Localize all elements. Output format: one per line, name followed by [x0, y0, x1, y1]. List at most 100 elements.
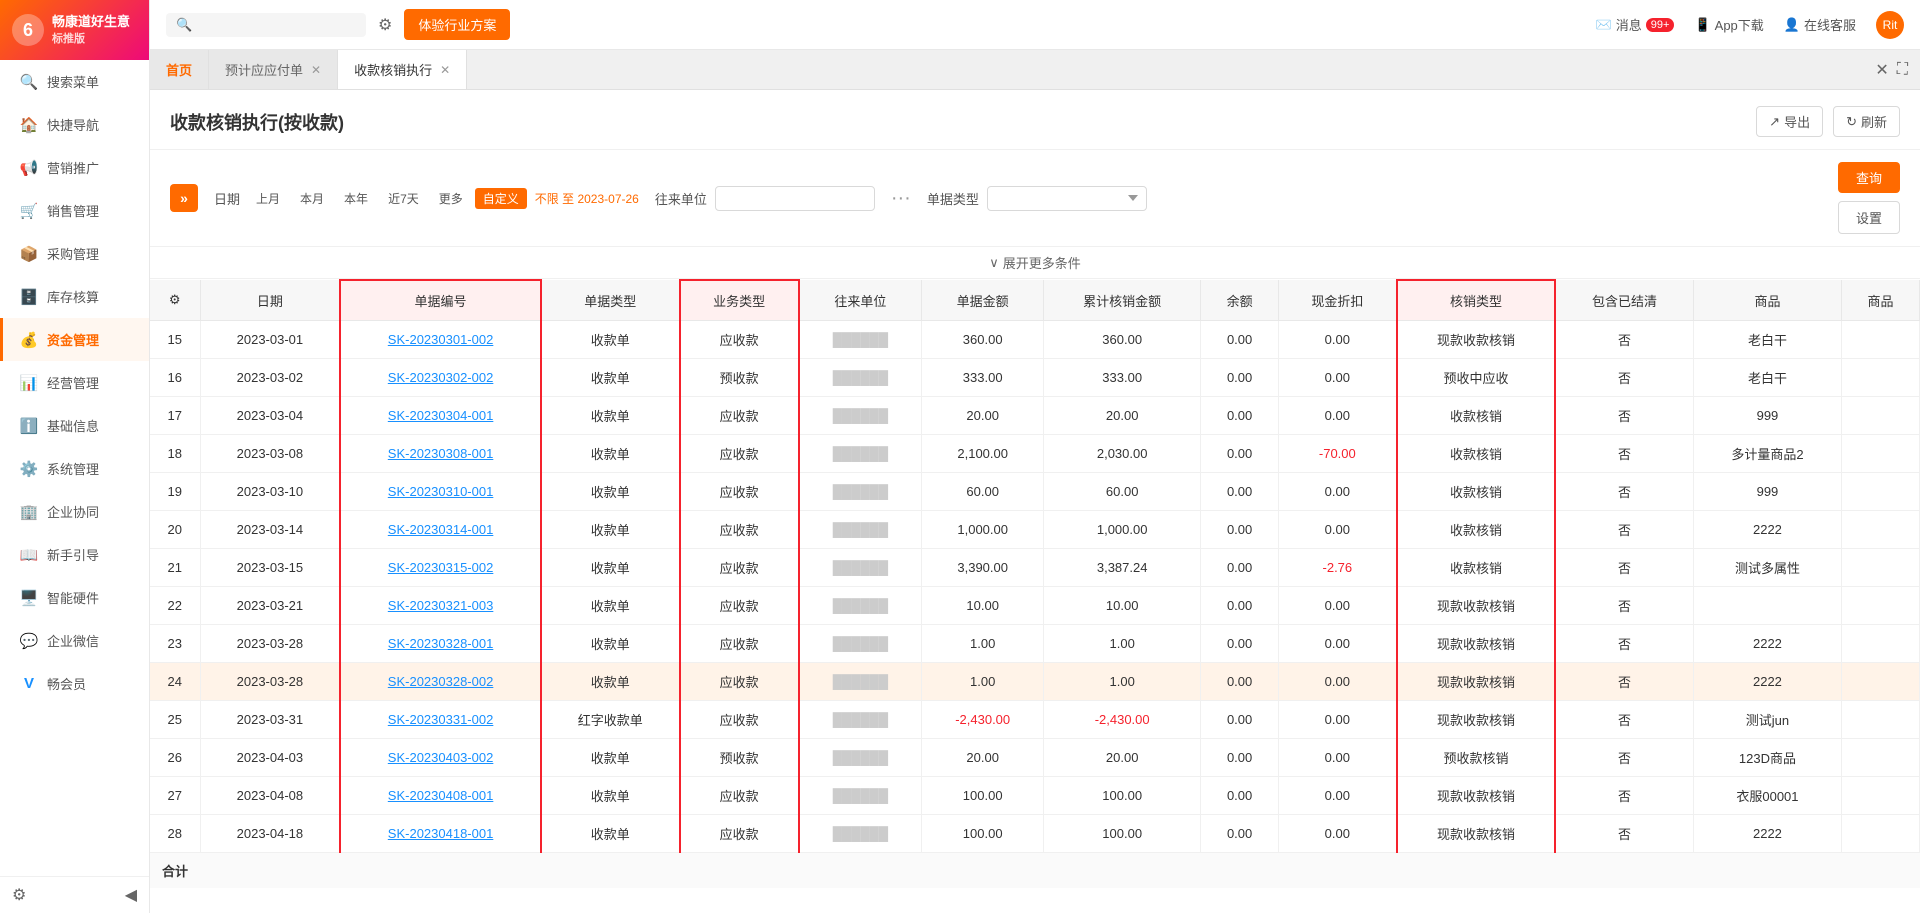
- data-table: ⚙ 日期 单据编号 单据类型 业务类型 往来单位 单据金额 累计核销金额 余额 …: [150, 279, 1920, 888]
- service-button[interactable]: 👤 在线客服: [1784, 15, 1856, 34]
- export-button[interactable]: ↗ 导出: [1756, 106, 1823, 137]
- sidebar-label-operations: 经营管理: [47, 373, 99, 392]
- table-row[interactable]: 152023-03-01SK-20230301-002收款单应收款██████3…: [150, 321, 1920, 359]
- tab-payable-close[interactable]: ✕: [311, 63, 321, 77]
- sidebar-item-purchase[interactable]: 📦 采购管理: [0, 232, 149, 275]
- filter-expand-button[interactable]: »: [170, 184, 198, 212]
- sidebar-item-search-menu[interactable]: 🔍 搜索菜单: [0, 60, 149, 103]
- sidebar-item-quick-nav[interactable]: 🏠 快捷导航: [0, 103, 149, 146]
- date-filter-label: 日期: [214, 189, 240, 208]
- partner-filter-input[interactable]: [715, 186, 875, 211]
- wechat-icon: 💬: [19, 632, 39, 650]
- expand-more-label: 展开更多条件: [1003, 253, 1081, 272]
- logo-sub: 标推版: [52, 30, 130, 46]
- basics-icon: ℹ️: [19, 417, 39, 435]
- data-table-container: ⚙ 日期 单据编号 单据类型 业务类型 往来单位 单据金额 累计核销金额 余额 …: [150, 279, 1920, 888]
- table-row[interactable]: 182023-03-08SK-20230308-001收款单应收款██████2…: [150, 435, 1920, 473]
- date-this-year[interactable]: 本年: [336, 187, 376, 210]
- sidebar-gear-icon[interactable]: ⚙: [12, 885, 26, 905]
- sidebar-item-operations[interactable]: 📊 经营管理: [0, 361, 149, 404]
- col-header-cash-discount[interactable]: 现金折扣: [1278, 280, 1396, 321]
- solution-button[interactable]: 体验行业方案: [404, 9, 510, 40]
- col-header-doc-no[interactable]: 单据编号: [340, 280, 541, 321]
- sidebar-item-basics[interactable]: ℹ️ 基础信息: [0, 404, 149, 447]
- filter-ellipsis[interactable]: ···: [891, 187, 911, 210]
- col-header-biz-type[interactable]: 业务类型: [680, 280, 799, 321]
- sidebar-item-finance[interactable]: 💰 资金管理: [0, 318, 149, 361]
- col-header-incl-settled[interactable]: 包含已结清: [1555, 280, 1693, 321]
- sidebar-item-member[interactable]: V 畅会员: [0, 662, 149, 705]
- sidebar-item-wechat[interactable]: 💬 企业微信: [0, 619, 149, 662]
- col-header-product2[interactable]: 商品: [1842, 280, 1920, 321]
- filter-settings-button[interactable]: 设置: [1838, 201, 1900, 234]
- col-header-settings[interactable]: ⚙: [150, 280, 200, 321]
- table-row[interactable]: 202023-03-14SK-20230314-001收款单应收款██████1…: [150, 511, 1920, 549]
- purchase-icon: 📦: [19, 245, 39, 263]
- table-row[interactable]: 242023-03-28SK-20230328-002收款单应收款██████1…: [150, 663, 1920, 701]
- user-avatar[interactable]: Rit: [1876, 11, 1904, 39]
- date-this-month[interactable]: 本月: [292, 187, 332, 210]
- col-header-balance[interactable]: 余额: [1201, 280, 1279, 321]
- sidebar-label-system: 系统管理: [47, 459, 99, 478]
- topbar-search-icon: 🔍: [176, 17, 192, 33]
- sidebar-nav: 🔍 搜索菜单 🏠 快捷导航 📢 营销推广 🛒 销售管理 📦 采购管理 🗄️: [0, 60, 149, 876]
- topbar-search-input[interactable]: [196, 17, 336, 32]
- tab-home[interactable]: 首页: [150, 50, 209, 89]
- col-header-partner[interactable]: 往来单位: [799, 280, 922, 321]
- page-header: 收款核销执行(按收款) ↗ 导出 ↻ 刷新: [150, 90, 1920, 150]
- topbar-gear-icon[interactable]: ⚙: [378, 15, 392, 35]
- sales-icon: 🛒: [19, 202, 39, 220]
- col-header-doc-type[interactable]: 单据类型: [541, 280, 680, 321]
- message-button[interactable]: ✉️ 消息 99+: [1596, 15, 1675, 34]
- date-7days[interactable]: 近7天: [380, 187, 427, 210]
- doctype-filter-select[interactable]: [987, 186, 1147, 211]
- date-last-month[interactable]: 上月: [248, 187, 288, 210]
- table-row[interactable]: 212023-03-15SK-20230315-002收款单应收款██████3…: [150, 549, 1920, 587]
- table-row[interactable]: 172023-03-04SK-20230304-001收款单应收款██████2…: [150, 397, 1920, 435]
- topbar-right: ✉️ 消息 99+ 📱 App下载 👤 在线客服 Rit: [1596, 11, 1904, 39]
- col-header-date[interactable]: 日期: [200, 280, 340, 321]
- sidebar-item-system[interactable]: ⚙️ 系统管理: [0, 447, 149, 490]
- expand-more-button[interactable]: ∨ 展开更多条件: [989, 253, 1081, 272]
- sidebar-label-basics: 基础信息: [47, 416, 99, 435]
- guide-icon: 📖: [19, 546, 39, 564]
- col-header-write-off-amount[interactable]: 累计核销金额: [1044, 280, 1201, 321]
- sidebar-label-quick-nav: 快捷导航: [47, 115, 99, 134]
- tab-payable[interactable]: 预计应应付单 ✕: [209, 50, 338, 89]
- table-row[interactable]: 232023-03-28SK-20230328-001收款单应收款██████1…: [150, 625, 1920, 663]
- table-row[interactable]: 192023-03-10SK-20230310-001收款单应收款██████6…: [150, 473, 1920, 511]
- filter-expand-more: ∨ 展开更多条件: [150, 247, 1920, 279]
- sidebar-item-inventory[interactable]: 🗄️ 库存核算: [0, 275, 149, 318]
- table-row[interactable]: 282023-04-18SK-20230418-001收款单应收款██████1…: [150, 815, 1920, 853]
- message-icon: ✉️: [1596, 17, 1612, 33]
- sidebar-item-enterprise[interactable]: 🏢 企业协同: [0, 490, 149, 533]
- table-row[interactable]: 272023-04-08SK-20230408-001收款单应收款██████1…: [150, 777, 1920, 815]
- sidebar-item-hardware[interactable]: 🖥️ 智能硬件: [0, 576, 149, 619]
- app-download-button[interactable]: 📱 App下载: [1694, 15, 1763, 34]
- system-icon: ⚙️: [19, 460, 39, 478]
- tab-receipt-write-off[interactable]: 收款核销执行 ✕: [338, 50, 467, 89]
- page-title: 收款核销执行(按收款): [170, 109, 344, 135]
- query-button[interactable]: 查询: [1838, 162, 1900, 193]
- sidebar-label-member: 畅会员: [47, 674, 86, 693]
- topbar-search-box[interactable]: 🔍: [166, 13, 366, 37]
- tab-close-all-icon[interactable]: ✕: [1875, 60, 1888, 80]
- table-row[interactable]: 162023-03-02SK-20230302-002收款单预收款██████3…: [150, 359, 1920, 397]
- tab-receipt-close[interactable]: ✕: [440, 63, 450, 77]
- table-row[interactable]: 222023-03-21SK-20230321-003收款单应收款██████1…: [150, 587, 1920, 625]
- date-more[interactable]: 更多: [431, 187, 471, 210]
- sidebar-item-sales[interactable]: 🛒 销售管理: [0, 189, 149, 232]
- table-row[interactable]: 262023-04-03SK-20230403-002收款单预收款██████2…: [150, 739, 1920, 777]
- col-header-amount[interactable]: 单据金额: [922, 280, 1044, 321]
- refresh-button[interactable]: ↻ 刷新: [1833, 106, 1900, 137]
- date-custom[interactable]: 自定义: [475, 188, 527, 209]
- col-header-product[interactable]: 商品: [1693, 280, 1841, 321]
- sidebar-item-guide[interactable]: 📖 新手引导: [0, 533, 149, 576]
- table-row[interactable]: 252023-03-31SK-20230331-002红字收款单应收款█████…: [150, 701, 1920, 739]
- tab-payable-label: 预计应应付单: [225, 60, 303, 79]
- sidebar-collapse-icon[interactable]: ◀: [125, 885, 137, 905]
- tab-expand-icon[interactable]: ⛶: [1897, 61, 1908, 79]
- sidebar-item-marketing[interactable]: 📢 营销推广: [0, 146, 149, 189]
- tabs-bar: 首页 预计应应付单 ✕ 收款核销执行 ✕ ✕ ⛶: [150, 50, 1920, 90]
- col-header-write-off-type[interactable]: 核销类型: [1397, 280, 1556, 321]
